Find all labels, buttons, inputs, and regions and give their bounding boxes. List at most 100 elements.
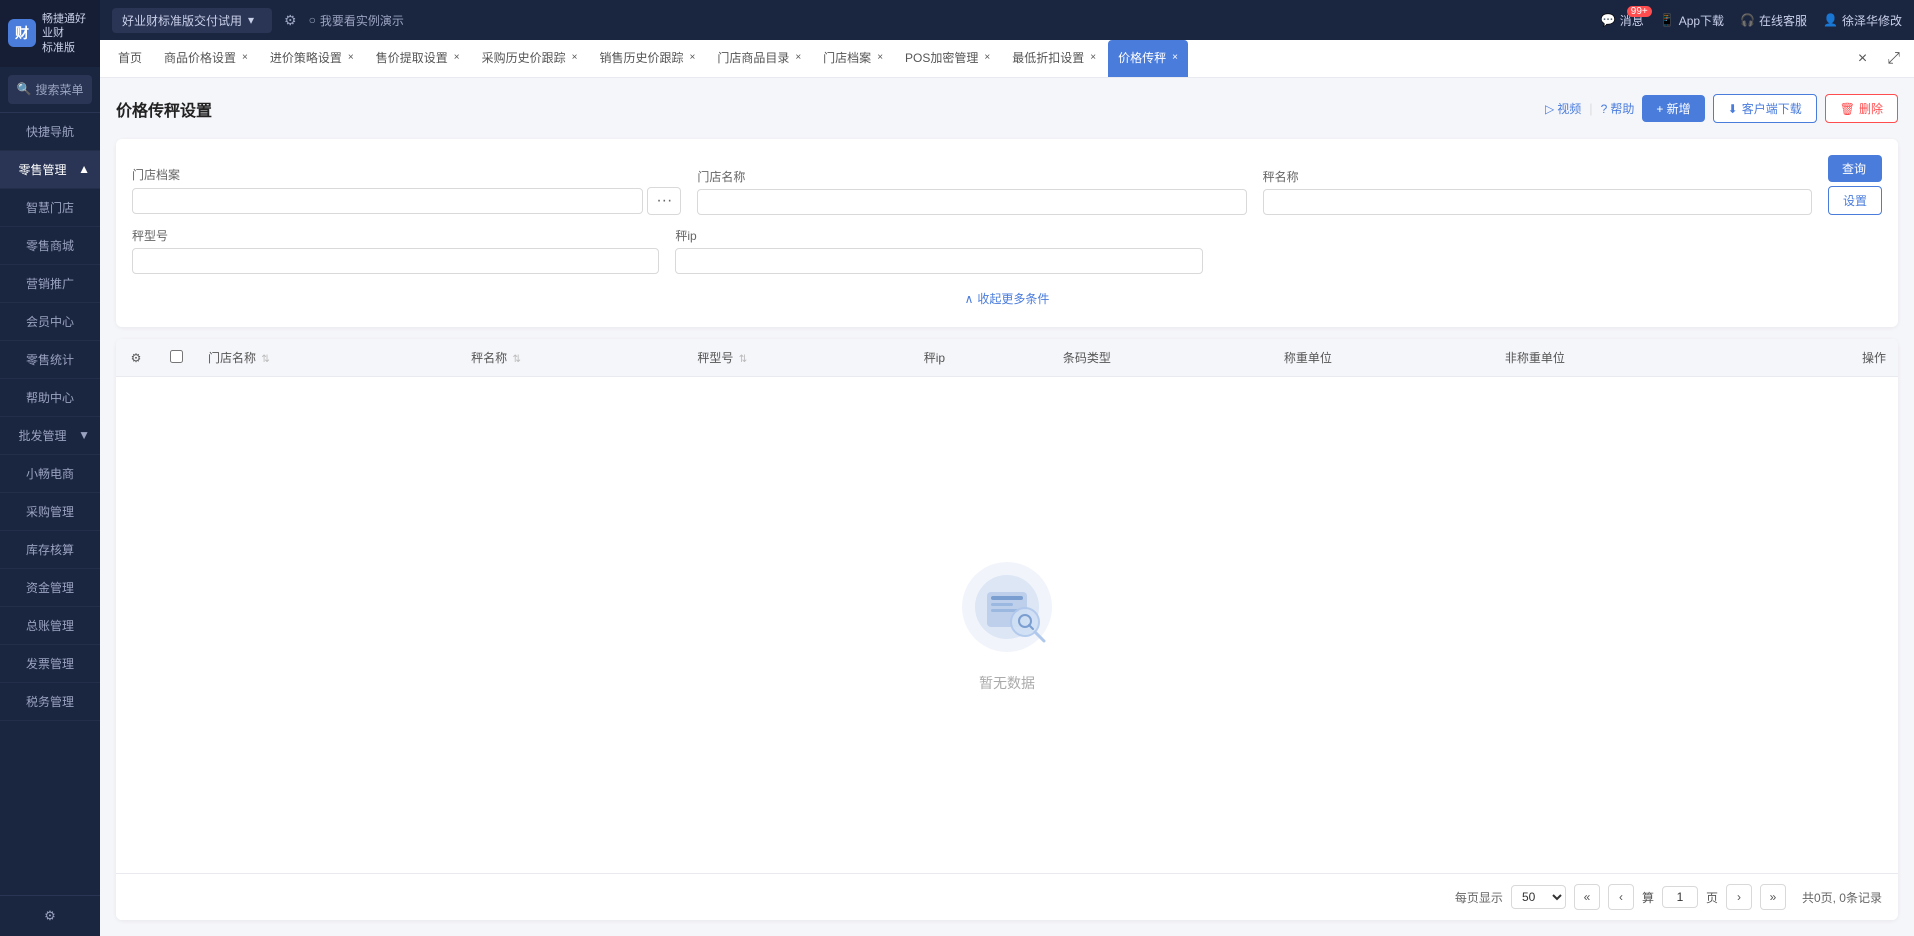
sort-icon[interactable]: ⇅ [512,354,520,365]
tab-product-price[interactable]: 商品价格设置 × [154,40,258,78]
sidebar-item-retail-mall[interactable]: 零售商城 [0,227,100,265]
store-profile-extra-btn[interactable]: ··· [647,187,681,215]
message-icon: 💬 [1601,13,1616,27]
topbar-settings-icon[interactable]: ⚙ [284,12,297,29]
tab-close-icon[interactable]: × [877,52,883,63]
online-service-button[interactable]: 🎧 在线客服 [1740,12,1807,29]
store-profile-field: 门店档案 ··· [132,166,681,215]
tab-close-icon[interactable]: × [348,52,354,63]
tab-close-icon[interactable]: × [984,52,990,63]
sidebar-item-invoice[interactable]: 发票管理 [0,645,100,683]
tab-home[interactable]: 首页 [108,40,152,78]
store-name-label: 门店名称 [697,168,1246,185]
app-download-button[interactable]: 📱 App下载 [1660,12,1724,29]
scale-name-input[interactable] [1263,189,1812,215]
quick-nav-item[interactable]: 快捷导航 [0,113,100,151]
empty-icon [957,557,1057,657]
tab-store-catalog[interactable]: 门店商品目录 × [707,40,811,78]
tab-purchase-strategy[interactable]: 进价策略设置 × [260,40,364,78]
sidebar-item-wholesale[interactable]: 批发管理 ▼ [0,417,100,455]
tab-close-icon[interactable]: × [795,52,801,63]
first-page-button[interactable]: « [1574,884,1600,910]
close-tab-button[interactable]: × [1852,48,1873,70]
delete-button[interactable]: 🗑 删除 [1825,94,1898,123]
chevron-down-icon: ▾ [248,13,254,27]
table-header-action: 操作 [1751,339,1898,377]
store-name-input[interactable] [697,189,1246,215]
help-link[interactable]: ? 帮助 [1601,100,1635,117]
search-menu-button[interactable]: 🔍 搜索菜单 [8,75,92,104]
tabbar: 首页 商品价格设置 × 进价策略设置 × 售价提取设置 × 采购历史价跟踪 × … [100,40,1914,78]
tab-store-profile[interactable]: 门店档案 × [813,40,893,78]
download-client-button[interactable]: ⬇ 客户端下载 [1713,94,1817,123]
user-menu-button[interactable]: 👤 徐泽华修改 [1823,12,1902,29]
tab-pos-encryption[interactable]: POS加密管理 × [895,40,1000,78]
next-page-icon: › [1737,890,1741,904]
content-area: 价格传秤设置 ▷ 视频 | ? 帮助 + 新增 ⬇ 客户端下载 [100,78,1914,936]
tab-close-icon[interactable]: × [1090,52,1096,63]
current-page-input[interactable] [1662,886,1698,908]
add-button[interactable]: + 新增 [1642,95,1704,122]
sidebar-item-finance[interactable]: 资金管理 [0,569,100,607]
sidebar-item-xiaochang-ecom[interactable]: 小畅电商 [0,455,100,493]
sidebar-item-marketing[interactable]: 营销推广 [0,265,100,303]
sort-icon[interactable]: ⇅ [261,354,269,365]
tab-close-icon[interactable]: × [242,52,248,63]
table-header-gear[interactable]: ⚙ [116,339,156,377]
sidebar-item-ledger[interactable]: 总账管理 [0,607,100,645]
total-info: 共0页, 0条记录 [1802,889,1882,906]
page-size-select[interactable]: 50 10 20 100 [1511,885,1566,909]
sidebar-logo: 财 畅捷通好业财 标准版 [0,0,100,67]
set-button[interactable]: 设置 [1828,186,1882,215]
version-selector[interactable]: 好业财标准版交付试用 ▾ [112,8,272,33]
sort-icon[interactable]: ⇅ [739,354,747,365]
video-icon: ▷ [1545,102,1554,116]
query-button[interactable]: 查询 [1828,155,1882,182]
download-icon: 📱 [1660,13,1675,27]
prev-page-button[interactable]: ‹ [1608,884,1634,910]
sidebar-item-inventory[interactable]: 库存核算 [0,531,100,569]
tab-sale-price-extract[interactable]: 售价提取设置 × [366,40,470,78]
table-section: ⚙ 门店名称 ⇅ 秤名称 ⇅ 秤型号 [116,339,1898,920]
sidebar-item-retail-management[interactable]: 零售管理 ▲ [0,151,100,189]
tab-min-discount[interactable]: 最低折扣设置 × [1002,40,1106,78]
search-row-2: 秤型号 秤ip [132,227,1882,274]
next-page-button[interactable]: › [1726,884,1752,910]
tab-close-icon[interactable]: × [689,52,695,63]
sidebar-item-smart-store[interactable]: 智慧门店 [0,189,100,227]
sidebar-settings-button[interactable]: ⚙ [0,895,100,936]
scale-ip-input[interactable] [675,248,1202,274]
main-area: 好业财标准版交付试用 ▾ ⚙ ○ 我要看实例演示 💬 消息 99+ 📱 App下… [100,0,1914,936]
select-all-checkbox[interactable] [170,350,183,363]
table-header-store-name: 门店名称 ⇅ [196,339,459,377]
collapse-button[interactable]: ∧ 收起更多条件 [132,286,1882,311]
page-size-label: 每页显示 [1455,889,1503,906]
tabbar-actions: × ⤢ [1852,48,1906,70]
table-header-scale-ip: 秤ip [912,339,1051,377]
store-profile-input[interactable] [132,188,643,214]
demo-link[interactable]: ○ 我要看实例演示 [309,12,404,29]
search-icon: 🔍 [17,82,32,96]
messages-button[interactable]: 💬 消息 99+ [1601,12,1644,29]
settings-icon: ⚙ [44,908,56,923]
sidebar-item-member-center[interactable]: 会员中心 [0,303,100,341]
sidebar-item-retail-stats[interactable]: 零售统计 [0,341,100,379]
table-header-scale-model: 秤型号 ⇅ [685,339,911,377]
scale-ip-field: 秤ip [675,227,1202,274]
tab-purchase-history[interactable]: 采购历史价跟踪 × [472,40,588,78]
tab-sale-history[interactable]: 销售历史价跟踪 × [589,40,705,78]
expand-tab-button[interactable]: ⤢ [1881,48,1906,70]
tab-price-scale[interactable]: 价格传秤 × [1108,40,1188,78]
table-header-row: ⚙ 门店名称 ⇅ 秤名称 ⇅ 秤型号 [116,339,1898,377]
video-link[interactable]: ▷ 视频 [1545,100,1581,117]
chevron-up-icon: ▲ [78,162,90,176]
scale-model-input[interactable] [132,248,659,274]
tab-close-icon[interactable]: × [572,52,578,63]
sidebar-item-help[interactable]: 帮助中心 [0,379,100,417]
last-page-button[interactable]: » [1760,884,1786,910]
scale-name-label: 秤名称 [1263,168,1812,185]
tab-close-icon[interactable]: × [454,52,460,63]
sidebar-item-tax[interactable]: 税务管理 [0,683,100,721]
tab-close-active-icon[interactable]: × [1172,52,1178,63]
sidebar-item-purchase-mgmt[interactable]: 采购管理 [0,493,100,531]
